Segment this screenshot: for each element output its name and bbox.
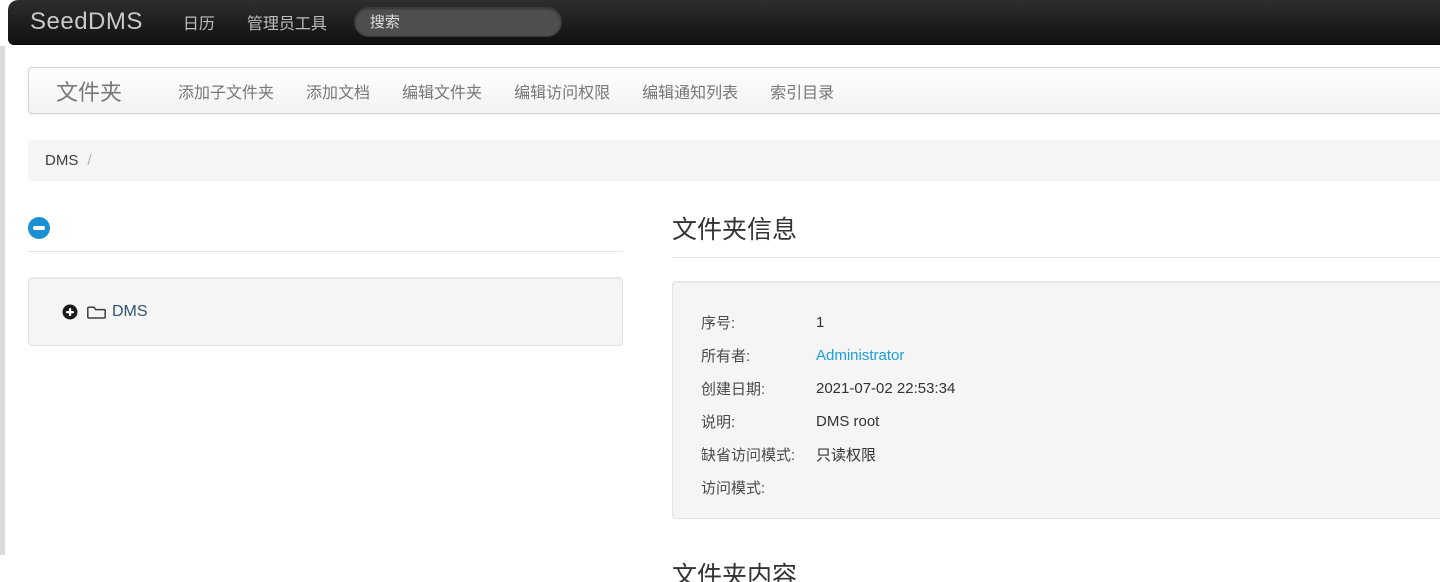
folder-info-panel: 文件夹信息 序号: 1 所有者: Administrator 创建日期: 202…: [672, 210, 1440, 582]
window-edge-strip: [0, 46, 5, 555]
tree-root-item: DMS: [62, 303, 148, 321]
toolbar-link-add-subfolder[interactable]: 添加子文件夹: [178, 85, 274, 102]
table-row: 缺省访问模式: 只读权限: [701, 438, 955, 471]
table-row: 创建日期: 2021-07-02 22:53:34: [701, 372, 955, 405]
folder-info-table: 序号: 1 所有者: Administrator 创建日期: 2021-07-0…: [701, 306, 955, 504]
toolbar-link-edit-folder[interactable]: 编辑文件夹: [402, 85, 482, 102]
top-navbar: SeedDMS 日历 管理员工具: [8, 0, 1440, 45]
folder-info-well: 序号: 1 所有者: Administrator 创建日期: 2021-07-0…: [672, 281, 1440, 519]
seeddms-page: SeedDMS 日历 管理员工具 文件夹 添加子文件夹 添加文档 编辑文件夹 编…: [0, 0, 1440, 582]
info-label-owner: 所有者:: [701, 348, 751, 365]
toolbar-link-edit-notify[interactable]: 编辑通知列表: [642, 85, 738, 102]
search-input[interactable]: [353, 7, 562, 37]
info-label-default-access: 缺省访问模式:: [701, 447, 796, 464]
collapse-tree-icon[interactable]: [28, 217, 50, 239]
tree-header: [28, 210, 623, 252]
folder-info-title: 文件夹信息: [672, 210, 1440, 258]
tree-root-label[interactable]: DMS: [112, 303, 148, 321]
navbar-search-form: [353, 7, 562, 37]
info-value-id: 1: [816, 314, 825, 331]
navbar-links: 日历 管理员工具: [167, 10, 343, 34]
info-value-default-access: 只读权限: [816, 447, 877, 464]
info-value-created: 2021-07-02 22:53:34: [816, 380, 956, 397]
info-value-access-mode: [816, 471, 955, 504]
nav-item-admin-tools: 管理员工具: [231, 10, 343, 34]
info-label-access-mode: 访问模式:: [701, 480, 766, 497]
info-value-owner: Administrator: [816, 339, 955, 372]
breadcrumb: DMS /: [28, 140, 1440, 181]
folder-icon: [87, 304, 106, 320]
nav-link-calendar[interactable]: 日历: [183, 16, 215, 33]
breadcrumb-divider: /: [87, 152, 92, 169]
info-label-id: 序号:: [701, 315, 736, 332]
info-value-comment: DMS root: [816, 413, 880, 430]
breadcrumb-item-dms[interactable]: DMS: [45, 152, 78, 169]
owner-link[interactable]: Administrator: [816, 347, 904, 364]
info-label-created: 创建日期:: [701, 381, 766, 398]
app-brand[interactable]: SeedDMS: [30, 8, 143, 36]
folder-toolbar: 文件夹 添加子文件夹 添加文档 编辑文件夹 编辑访问权限 编辑通知列表 索引目录: [28, 67, 1440, 114]
folder-tree-well: DMS: [28, 277, 623, 346]
toolbar-brand-folder[interactable]: 文件夹: [29, 75, 142, 107]
folder-content-title: 文件夹内容: [672, 562, 798, 582]
info-label-comment: 说明:: [701, 414, 736, 431]
nav-link-admin-tools[interactable]: 管理员工具: [247, 16, 327, 33]
toolbar-links: 添加子文件夹 添加文档 编辑文件夹 编辑访问权限 编辑通知列表 索引目录: [162, 79, 850, 103]
nav-item-calendar: 日历: [167, 10, 231, 34]
table-row: 访问模式:: [701, 471, 955, 504]
table-row: 说明: DMS root: [701, 405, 955, 438]
toolbar-link-edit-access[interactable]: 编辑访问权限: [514, 85, 610, 102]
table-row: 所有者: Administrator: [701, 339, 955, 372]
table-row: 序号: 1: [701, 306, 955, 339]
folder-tree-panel: DMS: [28, 210, 623, 346]
toolbar-link-add-document[interactable]: 添加文档: [306, 85, 370, 102]
plus-circle-icon[interactable]: [62, 304, 78, 320]
toolbar-link-index-folder[interactable]: 索引目录: [770, 85, 834, 102]
